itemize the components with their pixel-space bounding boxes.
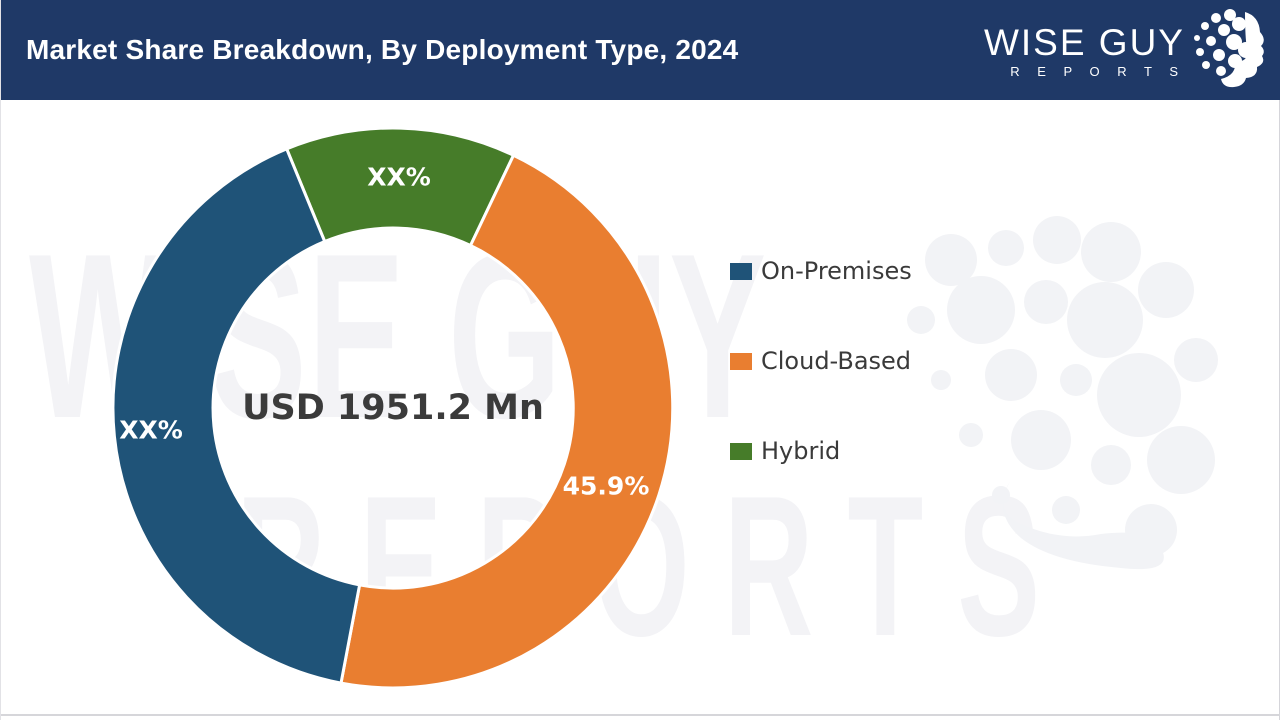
logo-face-icon	[1194, 9, 1264, 88]
legend-item-cloud-based[interactable]: Cloud-Based	[730, 343, 912, 379]
legend-item-hybrid[interactable]: Hybrid	[730, 433, 912, 469]
legend-swatch-hybrid	[730, 442, 752, 460]
donut-center-value: USD 1951.2 Mn	[242, 388, 544, 428]
brand-logo: WISE GUY R E P O R T S	[984, 8, 1267, 94]
header-bar: Market Share Breakdown, By Deployment Ty…	[1, 0, 1280, 100]
chart-legend: On-Premises Cloud-Based Hybrid	[730, 253, 912, 523]
bottom-border	[1, 714, 1280, 716]
report-page: WISE GUY REPORTS Market Share Breakdown,…	[0, 0, 1280, 720]
slice-label-hybrid: XX%	[367, 162, 431, 192]
legend-label-hybrid: Hybrid	[761, 437, 841, 465]
legend-swatch-cloud-based	[730, 352, 752, 370]
slice-label-on-premises: XX%	[119, 415, 183, 445]
legend-label-cloud-based: Cloud-Based	[761, 347, 912, 375]
watermark-face-dots	[907, 216, 1218, 570]
slice-label-cloud-based: 45.9%	[562, 471, 650, 501]
legend-swatch-on-premises	[730, 262, 752, 280]
logo-name-text: WISE GUY	[983, 21, 1185, 63]
legend-item-on-premises[interactable]: On-Premises	[730, 253, 912, 289]
legend-label-on-premises: On-Premises	[761, 257, 912, 285]
page-title: Market Share Breakdown, By Deployment Ty…	[26, 34, 739, 65]
logo-subtitle-text: R E P O R T S	[1010, 64, 1185, 80]
